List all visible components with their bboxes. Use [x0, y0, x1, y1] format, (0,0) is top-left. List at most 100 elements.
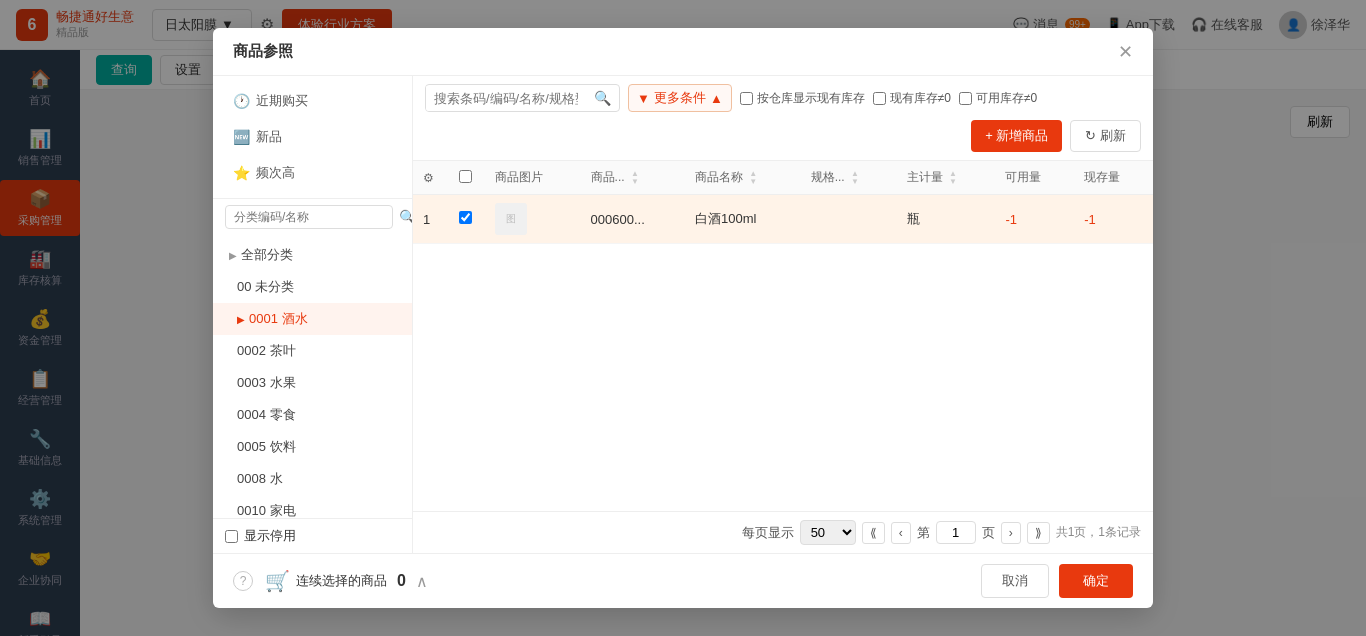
tree-item-uncategorized[interactable]: 00 未分类	[213, 271, 412, 303]
toolbar: 🔍 ▼ 更多条件 ▲ 按仓库显示现有库存 现有库存≠0	[413, 76, 1153, 161]
table-row[interactable]: 1 图 000600... 白酒100ml 瓶	[413, 195, 1153, 244]
cart-label: 连续选择的商品	[296, 572, 387, 590]
tree-label-all: 全部分类	[241, 246, 293, 264]
filter-label: 更多条件	[654, 89, 706, 107]
tree-item-all[interactable]: ▶ 全部分类	[213, 239, 412, 271]
product-search-input[interactable]	[426, 86, 586, 111]
help-icon[interactable]: ?	[233, 571, 253, 591]
product-table-wrap: ⚙ 商品图片 商品... ▲▼ 商品名称	[413, 161, 1153, 511]
footer-buttons: 取消 确定	[981, 564, 1133, 598]
available-checkbox-text: 现有库存≠0	[890, 90, 951, 107]
star-icon: ⭐	[233, 165, 250, 181]
usable-checkbox-label[interactable]: 可用库存≠0	[959, 90, 1037, 107]
cell-stock: -1	[1074, 195, 1153, 244]
usable-checkbox[interactable]	[959, 92, 972, 105]
th-image: 商品图片	[485, 161, 581, 195]
collapse-icon[interactable]: ∧	[416, 572, 428, 591]
page-input[interactable]	[936, 521, 976, 544]
confirm-button[interactable]: 确定	[1059, 564, 1133, 598]
prev-page-button[interactable]: ‹	[891, 522, 911, 544]
cart-area: 🛒 连续选择的商品 0 ∧	[265, 569, 428, 593]
available-checkbox-label[interactable]: 现有库存≠0	[873, 90, 951, 107]
new-icon: 🆕	[233, 129, 250, 145]
quick-item-new[interactable]: 🆕 新品	[225, 122, 400, 152]
tree-label-uncategorized: 00 未分类	[237, 278, 294, 296]
tree-label-fruit: 0003 水果	[237, 374, 296, 392]
warehouse-checkbox-label[interactable]: 按仓库显示现有库存	[740, 90, 865, 107]
product-search-button[interactable]: 🔍	[586, 85, 619, 111]
row-checkbox[interactable]	[459, 211, 472, 224]
th-code[interactable]: 商品... ▲▼	[581, 161, 685, 195]
modal-overlay: 商品参照 ✕ 🕐 近期购买 🆕 新品 ⭐ 频次高	[0, 0, 1366, 636]
tree-label-drinks: 0005 饮料	[237, 438, 296, 456]
tree-item-snacks[interactable]: 0004 零食	[213, 399, 412, 431]
arrow-icon: ▶	[229, 250, 237, 261]
category-search-icon[interactable]: 🔍	[399, 209, 413, 225]
refresh-button[interactable]: ↻ 刷新	[1070, 120, 1141, 152]
page-text: 第	[917, 524, 930, 542]
th-available: 可用量	[995, 161, 1074, 195]
th-spec[interactable]: 规格... ▲▼	[801, 161, 897, 195]
th-checkbox[interactable]	[449, 161, 485, 195]
category-search-input[interactable]	[225, 205, 393, 229]
tree-label-alcohol: 0001 酒水	[249, 310, 308, 328]
cell-name: 白酒100ml	[685, 195, 801, 244]
sort-icon-name: ▲▼	[749, 170, 757, 186]
toolbar-right: + 新增商品 ↻ 刷新	[971, 120, 1141, 152]
arrow-icon-alcohol: ▶	[237, 314, 245, 325]
show-disabled-checkbox[interactable]	[225, 530, 238, 543]
add-product-button[interactable]: + 新增商品	[971, 120, 1062, 152]
tree-item-alcohol[interactable]: ▶ 0001 酒水	[213, 303, 412, 335]
dialog-footer: ? 🛒 连续选择的商品 0 ∧ 取消 确定	[213, 553, 1153, 608]
available-checkbox[interactable]	[873, 92, 886, 105]
cart-icon[interactable]: 🛒	[265, 569, 290, 593]
pagination: 每页显示 50 10 20 100 ⟪ ‹ 第 页 › ⟫ 共1页，1条记录	[413, 511, 1153, 553]
usable-checkbox-text: 可用库存≠0	[976, 90, 1037, 107]
filter-button[interactable]: ▼ 更多条件 ▲	[628, 84, 732, 112]
left-footer: 显示停用	[213, 518, 412, 553]
cancel-button[interactable]: 取消	[981, 564, 1049, 598]
tree-label-tea: 0002 茶叶	[237, 342, 296, 360]
th-settings[interactable]: ⚙	[413, 161, 449, 195]
first-page-button[interactable]: ⟪	[862, 522, 885, 544]
page-info: 共1页，1条记录	[1056, 524, 1141, 541]
filter-arrow-icon: ▲	[710, 91, 723, 106]
cell-seq: 1	[413, 195, 449, 244]
dialog-close-button[interactable]: ✕	[1118, 43, 1133, 61]
cell-checkbox[interactable]	[449, 195, 485, 244]
tree-item-drinks[interactable]: 0005 饮料	[213, 431, 412, 463]
dialog-title: 商品参照	[233, 42, 293, 61]
quick-item-recent[interactable]: 🕐 近期购买	[225, 86, 400, 116]
page-size-label: 每页显示	[742, 524, 794, 542]
product-table: ⚙ 商品图片 商品... ▲▼ 商品名称	[413, 161, 1153, 244]
cell-available: -1	[995, 195, 1074, 244]
quick-label-frequent: 频次高	[256, 164, 295, 182]
page-text2: 页	[982, 524, 995, 542]
tree-label-snacks: 0004 零食	[237, 406, 296, 424]
th-stock: 现存量	[1074, 161, 1153, 195]
left-panel: 🕐 近期购买 🆕 新品 ⭐ 频次高 🔍	[213, 76, 413, 553]
th-unit[interactable]: 主计量 ▲▼	[897, 161, 996, 195]
sort-icon-unit: ▲▼	[949, 170, 957, 186]
next-page-button[interactable]: ›	[1001, 522, 1021, 544]
warehouse-checkbox[interactable]	[740, 92, 753, 105]
quick-item-frequent[interactable]: ⭐ 频次高	[225, 158, 400, 188]
tree-item-appliances[interactable]: 0010 家电	[213, 495, 412, 518]
right-panel: 🔍 ▼ 更多条件 ▲ 按仓库显示现有库存 现有库存≠0	[413, 76, 1153, 553]
warehouse-checkbox-text: 按仓库显示现有库存	[757, 90, 865, 107]
last-page-button[interactable]: ⟫	[1027, 522, 1050, 544]
tree-item-water[interactable]: 0008 水	[213, 463, 412, 495]
product-image: 图	[495, 203, 527, 235]
category-search-row: 🔍	[213, 198, 412, 235]
dialog-header: 商品参照 ✕	[213, 28, 1153, 76]
tree-item-fruit[interactable]: 0003 水果	[213, 367, 412, 399]
th-name[interactable]: 商品名称 ▲▼	[685, 161, 801, 195]
tree-item-tea[interactable]: 0002 茶叶	[213, 335, 412, 367]
dialog-body: 🕐 近期购买 🆕 新品 ⭐ 频次高 🔍	[213, 76, 1153, 553]
sort-icon-spec: ▲▼	[851, 170, 859, 186]
table-header-row: ⚙ 商品图片 商品... ▲▼ 商品名称	[413, 161, 1153, 195]
filter-icon: ▼	[637, 91, 650, 106]
select-all-checkbox[interactable]	[459, 170, 472, 183]
page-size-select[interactable]: 50 10 20 100	[800, 520, 856, 545]
clock-icon: 🕐	[233, 93, 250, 109]
